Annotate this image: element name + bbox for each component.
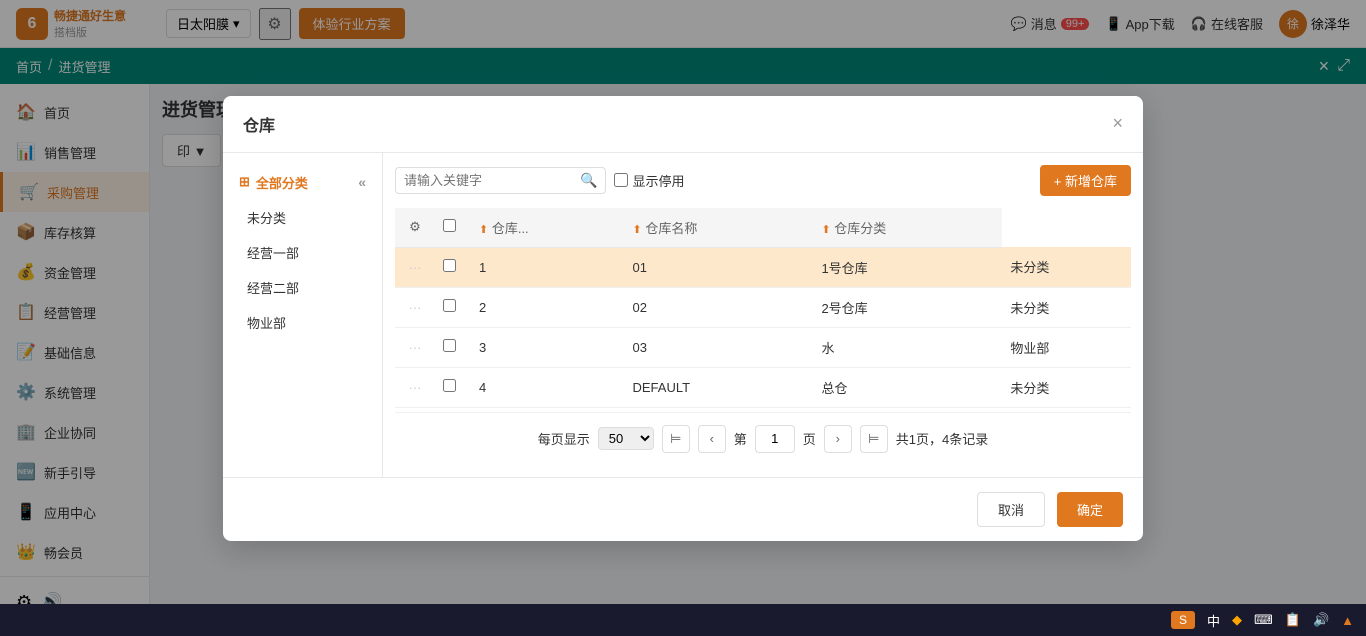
col-category: ⬆ 仓库分类 bbox=[813, 208, 1002, 248]
row-index: 2 bbox=[471, 287, 624, 327]
search-input-wrap: 🔍 bbox=[395, 167, 606, 194]
show-disabled-checkbox[interactable] bbox=[614, 173, 628, 187]
cancel-button[interactable]: 取消 bbox=[977, 492, 1045, 527]
modal-overlay: 仓库 × ⊞ 全部分类 « 未分类经营一部经营二部物业部 bbox=[0, 0, 1366, 636]
show-disabled-label[interactable]: 显示停用 bbox=[614, 171, 684, 190]
page-suffix: 页 bbox=[803, 429, 816, 448]
row-code: 02 bbox=[624, 287, 813, 327]
search-icon[interactable]: 🔍 bbox=[580, 172, 597, 189]
row-actions: ··· bbox=[395, 367, 435, 407]
modal-category-list: 未分类经营一部经营二部物业部 bbox=[223, 200, 382, 340]
table-row[interactable]: ··· 3 03 水 物业部 bbox=[395, 327, 1131, 367]
row-code: 03 bbox=[624, 327, 813, 367]
grid-icon: ⊞ bbox=[239, 174, 250, 190]
warehouse-modal: 仓库 × ⊞ 全部分类 « 未分类经营一部经营二部物业部 bbox=[223, 96, 1143, 541]
modal-category-item[interactable]: 经营一部 bbox=[223, 235, 382, 270]
table-row[interactable]: ··· 4 DEFAULT 总仓 未分类 bbox=[395, 367, 1131, 407]
status-keyboard-icon[interactable]: ⌨ bbox=[1254, 612, 1273, 628]
modal-category-item[interactable]: 未分类 bbox=[223, 200, 382, 235]
modal-body: ⊞ 全部分类 « 未分类经营一部经营二部物业部 🔍 显示停用 bbox=[223, 153, 1143, 477]
row-category: 未分类 bbox=[1002, 367, 1131, 407]
row-checkbox[interactable] bbox=[435, 327, 471, 367]
status-up-icon[interactable]: ▲ bbox=[1341, 613, 1354, 628]
col-code: ⬆ 仓库... bbox=[471, 208, 624, 248]
col-name: ⬆ 仓库名称 bbox=[624, 208, 813, 248]
sort-icon-name: ⬆ bbox=[632, 224, 641, 236]
status-lang-icon[interactable]: S bbox=[1171, 611, 1195, 629]
total-label: 共1页，4条记录 bbox=[896, 429, 988, 448]
select-all-checkbox[interactable] bbox=[443, 219, 456, 232]
table-body: ··· 1 01 1号仓库 未分类 ··· 2 02 2号仓库 未分类 ··· bbox=[395, 247, 1131, 407]
warehouse-table: ⚙ ⬆ 仓库... ⬆ 仓库名称 bbox=[395, 208, 1131, 408]
page-input[interactable] bbox=[755, 425, 795, 453]
row-actions: ··· bbox=[395, 327, 435, 367]
col-checkbox bbox=[435, 208, 471, 248]
all-category-label: 全部分类 bbox=[256, 173, 308, 192]
row-name: 1号仓库 bbox=[813, 247, 1002, 287]
row-checkbox[interactable] bbox=[435, 367, 471, 407]
sort-icon-category: ⬆ bbox=[821, 224, 830, 236]
first-page-button[interactable]: ⊨ bbox=[662, 425, 690, 453]
modal-footer: 取消 确定 bbox=[223, 477, 1143, 541]
table-header-row: ⚙ ⬆ 仓库... ⬆ 仓库名称 bbox=[395, 208, 1131, 248]
row-actions: ··· bbox=[395, 287, 435, 327]
modal-header: 仓库 × bbox=[223, 96, 1143, 153]
table-row[interactable]: ··· 2 02 2号仓库 未分类 bbox=[395, 287, 1131, 327]
per-page-label: 每页显示 bbox=[538, 429, 590, 448]
row-index: 4 bbox=[471, 367, 624, 407]
sort-icon-code: ⬆ bbox=[479, 224, 488, 236]
pagination: 每页显示 50100200 ⊨ ‹ 第 页 › ⊨ 共1页，4条记录 bbox=[395, 412, 1131, 465]
row-code: DEFAULT bbox=[624, 367, 813, 407]
modal-category-item[interactable]: 经营二部 bbox=[223, 270, 382, 305]
per-page-select[interactable]: 50100200 bbox=[598, 427, 654, 450]
prev-page-button[interactable]: ‹ bbox=[698, 425, 726, 453]
row-actions: ··· bbox=[395, 247, 435, 287]
page-label: 第 bbox=[734, 429, 747, 448]
row-name: 总仓 bbox=[813, 367, 1002, 407]
modal-category-item[interactable]: 物业部 bbox=[223, 305, 382, 340]
row-name: 2号仓库 bbox=[813, 287, 1002, 327]
last-page-button[interactable]: ⊨ bbox=[860, 425, 888, 453]
row-category: 未分类 bbox=[1002, 247, 1131, 287]
row-index: 1 bbox=[471, 247, 624, 287]
show-disabled-text: 显示停用 bbox=[632, 171, 684, 190]
status-clipboard-icon[interactable]: 📋 bbox=[1285, 612, 1301, 628]
modal-sidebar-header[interactable]: ⊞ 全部分类 « bbox=[223, 165, 382, 200]
modal-main: 🔍 显示停用 + 新增仓库 ⚙ bbox=[383, 153, 1143, 477]
search-input[interactable] bbox=[404, 173, 580, 188]
status-zh-icon[interactable]: 中 bbox=[1207, 611, 1220, 630]
confirm-button[interactable]: 确定 bbox=[1057, 492, 1123, 527]
row-category: 未分类 bbox=[1002, 287, 1131, 327]
modal-close-button[interactable]: × bbox=[1112, 113, 1123, 134]
col-settings: ⚙ bbox=[395, 208, 435, 248]
status-bar: S 中 ◆ ⌨ 📋 🔊 ▲ bbox=[0, 604, 1366, 636]
new-warehouse-button[interactable]: + 新增仓库 bbox=[1040, 165, 1131, 196]
modal-title: 仓库 bbox=[243, 112, 275, 136]
row-index: 3 bbox=[471, 327, 624, 367]
row-name: 水 bbox=[813, 327, 1002, 367]
row-category: 物业部 bbox=[1002, 327, 1131, 367]
modal-sidebar: ⊞ 全部分类 « 未分类经营一部经营二部物业部 bbox=[223, 153, 383, 477]
status-dot-icon: ◆ bbox=[1232, 612, 1242, 628]
next-page-button[interactable]: › bbox=[824, 425, 852, 453]
collapse-sidebar-button[interactable]: « bbox=[358, 174, 366, 190]
table-row[interactable]: ··· 1 01 1号仓库 未分类 bbox=[395, 247, 1131, 287]
modal-toolbar: 🔍 显示停用 + 新增仓库 bbox=[395, 165, 1131, 196]
status-volume-icon[interactable]: 🔊 bbox=[1313, 612, 1329, 628]
row-checkbox[interactable] bbox=[435, 287, 471, 327]
row-code: 01 bbox=[624, 247, 813, 287]
row-checkbox[interactable] bbox=[435, 247, 471, 287]
